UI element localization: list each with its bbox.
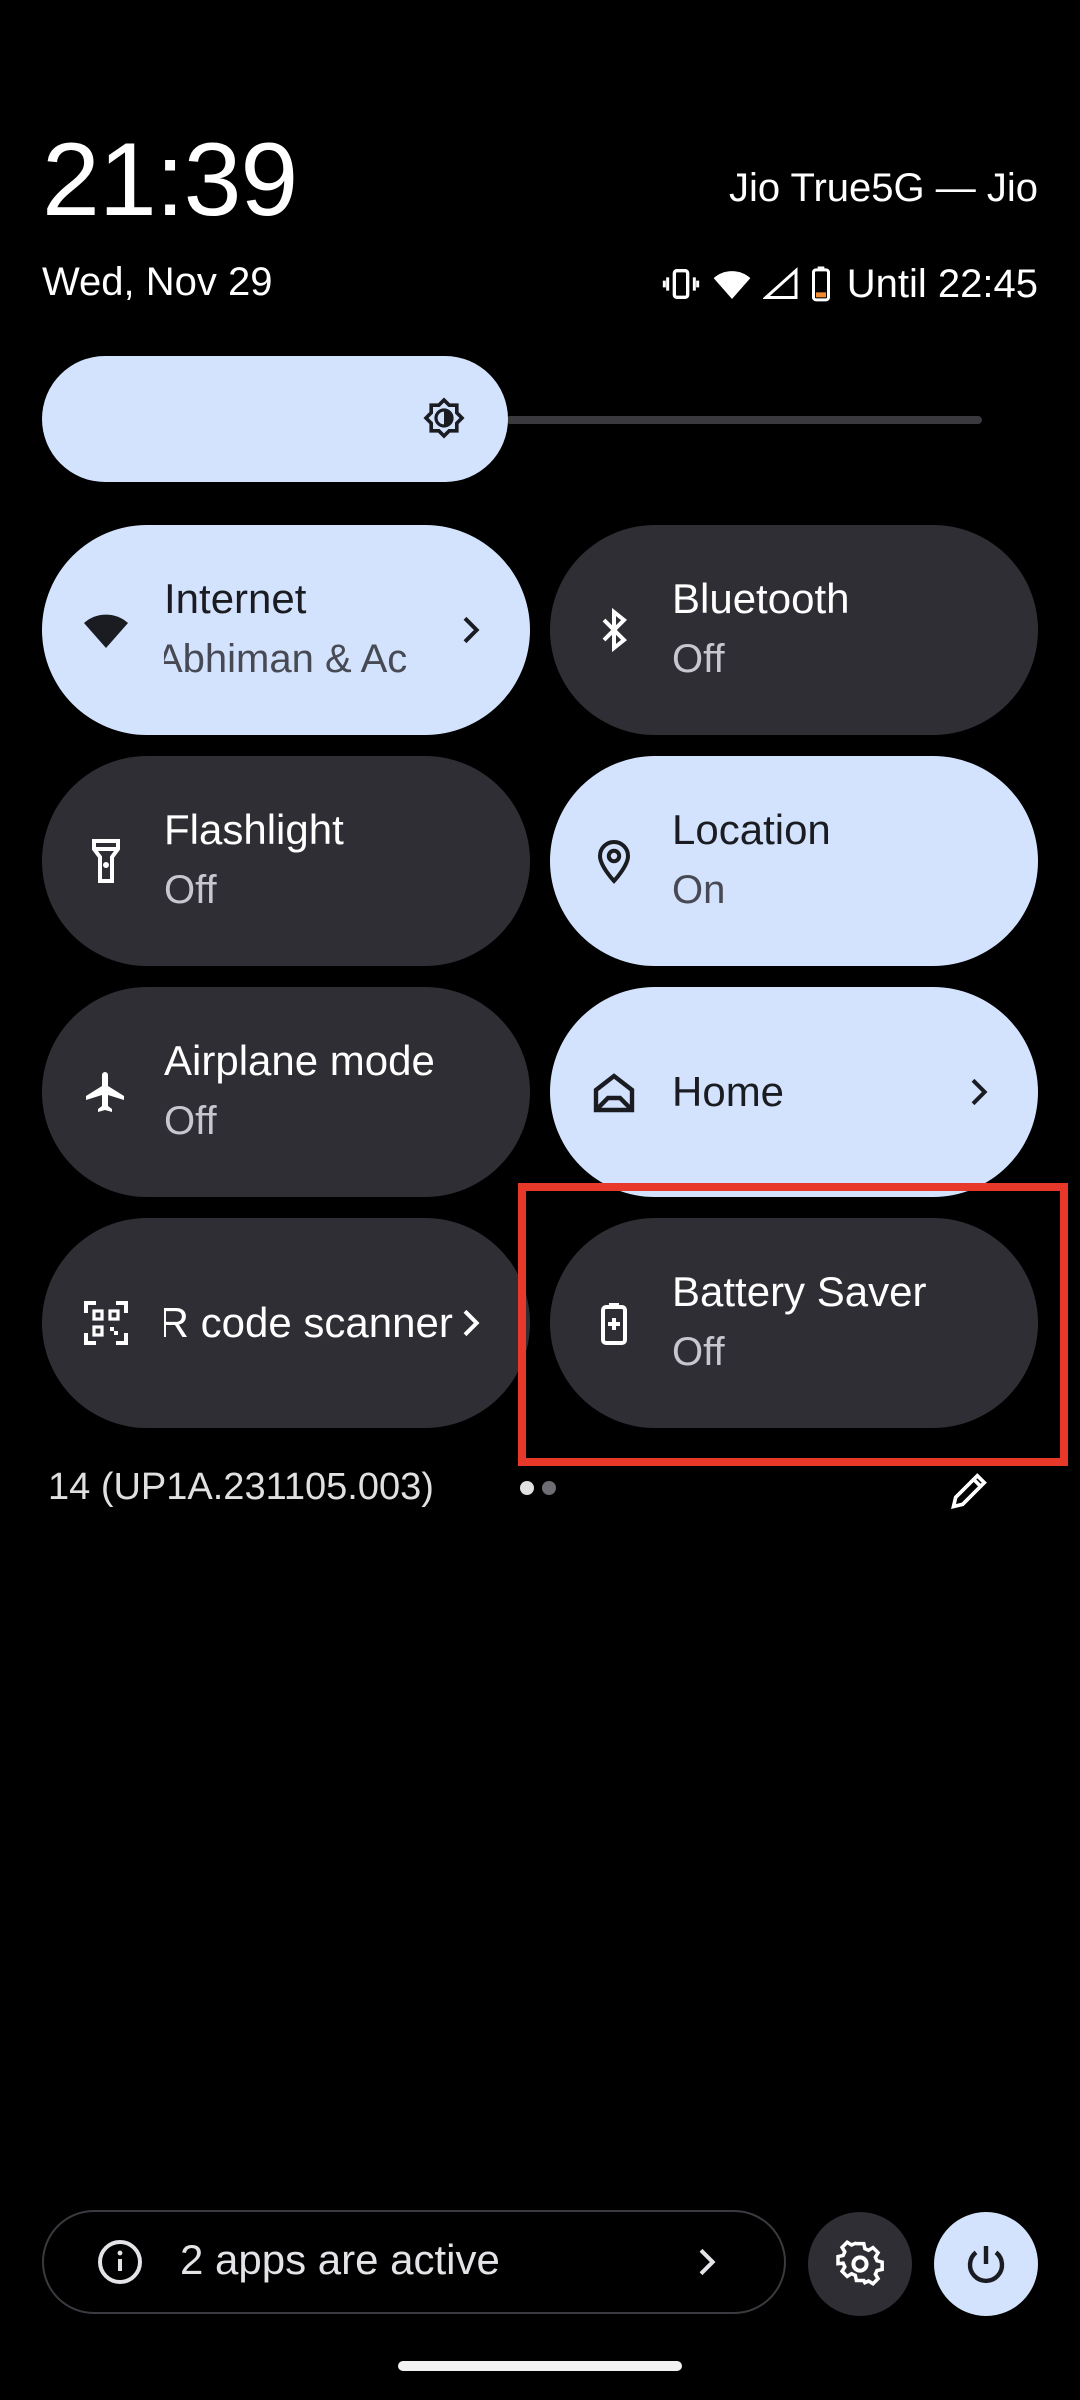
power-icon	[967, 2246, 1005, 2284]
chevron-right-icon	[463, 1309, 480, 1337]
home-gesture-bar[interactable]	[398, 2361, 682, 2371]
wifi-icon	[84, 614, 128, 648]
signal-icon	[762, 267, 798, 299]
tile-location[interactable]: Location On	[550, 756, 1038, 966]
settings-button[interactable]	[808, 2212, 912, 2316]
build-number[interactable]: 14 (UP1A.231105.003)	[48, 1466, 434, 1509]
tile-label: Airplane mode	[164, 1037, 435, 1084]
tile-sublabel: Off	[672, 637, 725, 681]
tile-flashlight[interactable]: Flashlight Off	[42, 756, 530, 966]
page-dot	[542, 1481, 556, 1495]
status-icons: Until 22:45	[661, 258, 1038, 310]
tile-home[interactable]: Home	[550, 987, 1038, 1197]
qr-code-icon	[84, 1301, 128, 1345]
tile-label: Home	[672, 1068, 785, 1115]
home-icon	[593, 1073, 635, 1113]
date-label[interactable]: Wed, Nov 29	[42, 260, 273, 305]
tile-label: Internet	[164, 575, 307, 622]
tile-sublabel: On	[672, 868, 726, 912]
edit-pencil-icon[interactable]	[948, 1468, 992, 1512]
tile-sublabel: Abhiman & Ac	[164, 637, 408, 681]
page-indicator	[520, 1481, 556, 1495]
bluetooth-icon	[602, 607, 627, 653]
carrier-label: Jio True5G — Jio	[728, 166, 1038, 210]
info-icon	[98, 2240, 142, 2284]
brightness-track[interactable]	[506, 416, 982, 424]
tile-sublabel: Off	[164, 868, 217, 912]
active-apps-label: 2 apps are active	[180, 2236, 500, 2283]
chevron-right-icon	[463, 616, 480, 644]
gear-icon	[836, 2240, 884, 2287]
tile-label: Location	[672, 806, 831, 853]
tile-airplane-mode[interactable]: Airplane mode Off	[42, 987, 530, 1197]
page-dot-active	[520, 1481, 534, 1495]
power-button[interactable]	[934, 2212, 1038, 2316]
wifi-icon	[713, 271, 751, 299]
vibrate-icon	[662, 269, 699, 299]
tile-qr-code-scanner[interactable]: QR code scanner	[42, 1218, 530, 1428]
clock-time[interactable]: 21:39	[42, 128, 298, 232]
tile-label: QR code scanner	[164, 1299, 453, 1346]
location-pin-icon	[597, 840, 631, 884]
tile-bluetooth[interactable]: Bluetooth Off	[550, 525, 1038, 735]
tile-sublabel: Off	[164, 1099, 217, 1143]
airplane-icon	[86, 1072, 124, 1112]
chevron-right-icon	[699, 2248, 716, 2276]
highlight-box	[518, 1183, 1068, 1466]
tile-label: Flashlight	[164, 806, 344, 853]
tile-label: Bluetooth	[672, 575, 850, 622]
brightness-icon	[423, 397, 465, 439]
tile-internet[interactable]: Internet Abhiman & Ac	[42, 525, 530, 735]
chevron-right-icon	[971, 1078, 988, 1106]
battery-icon	[811, 266, 830, 302]
flashlight-icon	[92, 839, 120, 883]
battery-estimate: Until 22:45	[846, 261, 1038, 306]
